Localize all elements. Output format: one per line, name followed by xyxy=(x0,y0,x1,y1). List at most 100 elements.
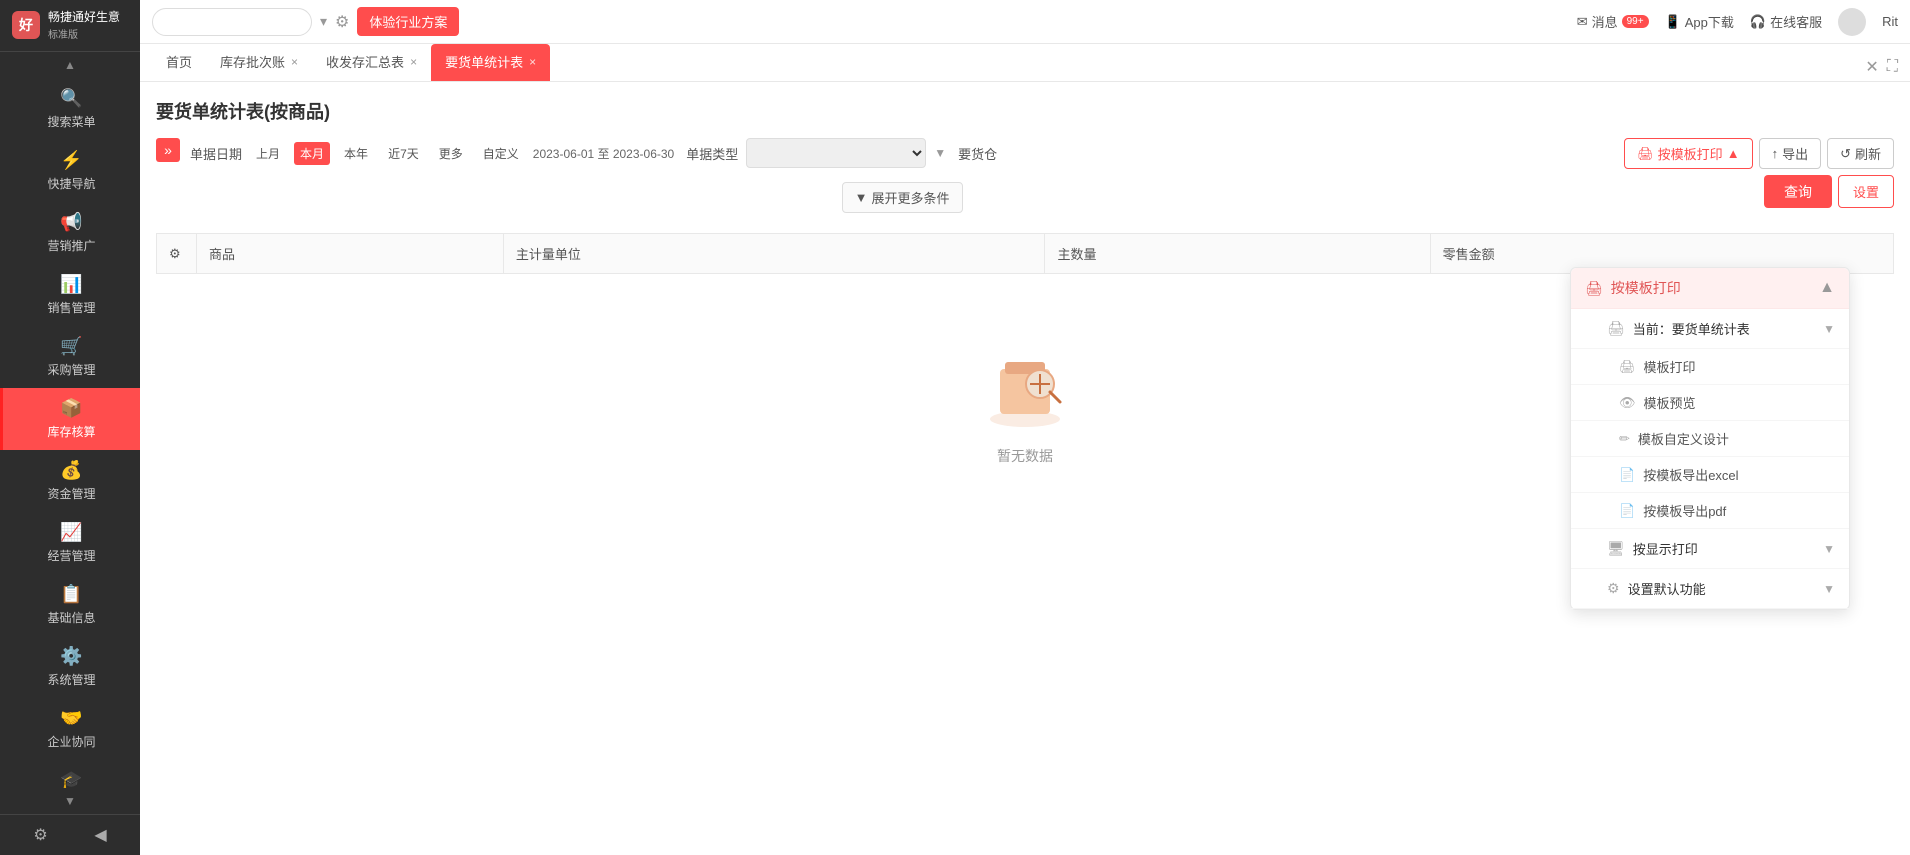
sidebar-scroll-up[interactable]: ▲ xyxy=(0,52,140,78)
maximize-icon[interactable]: ⛶ xyxy=(1887,58,1898,76)
date-btn-this-year[interactable]: 本年 xyxy=(338,142,374,165)
expand-filter-button[interactable]: » xyxy=(156,138,180,162)
dropdown-default-settings[interactable]: ⚙ 设置默认功能 ▼ xyxy=(1571,569,1849,609)
dropdown-title-area: 🖨 按模板打印 xyxy=(1585,278,1681,298)
sidebar-item-label: 库存核算 xyxy=(47,423,95,440)
online-service-item[interactable]: 🎧 在线客服 xyxy=(1750,12,1822,31)
settings-button[interactable]: 设置 xyxy=(1838,175,1894,208)
trial-button[interactable]: 体验行业方案 xyxy=(357,7,459,36)
sidebar-item-search[interactable]: 🔍 搜索菜单 xyxy=(0,78,140,140)
dropdown-export-pdf[interactable]: 📄 按模板导出pdf xyxy=(1571,493,1849,529)
messages-item[interactable]: ✉ 消息 99+ xyxy=(1577,12,1649,31)
refresh-label: 刷新 xyxy=(1855,144,1881,163)
th-goods: 商品 xyxy=(197,234,504,274)
tab-home[interactable]: 首页 xyxy=(152,44,206,81)
current-label-area: 🖨 当前：要货单统计表 xyxy=(1607,319,1750,338)
type-filter-select[interactable] xyxy=(746,138,926,168)
receipt-summary-tab-label: 收发存汇总表 xyxy=(326,52,404,71)
dropdown-template-design[interactable]: ✏ 模板自定义设计 xyxy=(1571,421,1849,457)
sidebar-item-collab[interactable]: 🤝 企业协同 xyxy=(0,698,140,760)
display-print-arrow: ▼ xyxy=(1823,542,1835,556)
date-btn-this-month[interactable]: 本月 xyxy=(294,142,330,165)
export-button[interactable]: ↑ 导出 xyxy=(1759,138,1822,169)
print-label: 按模板打印 xyxy=(1658,144,1723,163)
filter-row-1: 单据日期 上月 本月 本年 近7天 更多 自定义 2023-06-01 至 20… xyxy=(190,138,1614,168)
filter-area: » 单据日期 上月 本月 本年 近7天 更多 自定义 2023-06-01 至 … xyxy=(156,138,1894,225)
sidebar-item-guide[interactable]: 🎓 新手引导 xyxy=(0,760,140,788)
dropdown-display-print[interactable]: 🖥 按显示打印 ▼ xyxy=(1571,529,1849,569)
dropdown-template-preview[interactable]: 👁 模板预览 xyxy=(1571,385,1849,421)
display-print-area: 🖥 按显示打印 xyxy=(1607,539,1698,558)
gear-icon[interactable]: ⚙ xyxy=(169,246,181,261)
tab-close-order-stats[interactable]: × xyxy=(529,56,536,68)
sidebar-item-purchase[interactable]: 🛒 采购管理 xyxy=(0,326,140,388)
export-excel-label: 按模板导出excel xyxy=(1643,465,1738,484)
type-filter-chevron: ▼ xyxy=(934,146,946,160)
tab-close-inventory-batch[interactable]: × xyxy=(291,56,298,68)
template-design-icon: ✏ xyxy=(1619,431,1630,447)
default-settings-icon: ⚙ xyxy=(1607,580,1620,597)
expand-more-label: 展开更多条件 xyxy=(872,188,950,207)
expand-more-button[interactable]: ▼ 展开更多条件 xyxy=(842,182,963,213)
date-btn-7days[interactable]: 近7天 xyxy=(382,142,425,165)
dropdown-close-icon[interactable]: ▲ xyxy=(1819,279,1835,297)
sidebar-item-marketing[interactable]: 📢 营销推广 xyxy=(0,202,140,264)
query-button[interactable]: 查询 xyxy=(1764,175,1832,208)
default-settings-area: ⚙ 设置默认功能 xyxy=(1607,579,1706,598)
dropdown-title: 按模板打印 xyxy=(1611,278,1681,298)
dropdown-current-item[interactable]: 🖨 当前：要货单统计表 ▼ xyxy=(1571,309,1849,349)
sidebar-item-operation[interactable]: 📈 经营管理 xyxy=(0,512,140,574)
topbar-gear-icon[interactable]: ⚙ xyxy=(335,12,349,32)
empty-illustration xyxy=(975,334,1075,434)
print-button[interactable]: 🖨 按模板打印 ▲ xyxy=(1624,138,1752,169)
page-title: 要货单统计表(按商品) xyxy=(156,98,1894,124)
sidebar-scroll-down[interactable]: ▼ xyxy=(0,788,140,814)
home-tab-label: 首页 xyxy=(166,52,192,71)
avatar[interactable] xyxy=(1838,8,1866,36)
tab-order-stats[interactable]: 要货单统计表 × xyxy=(431,44,550,81)
messages-badge: 99+ xyxy=(1622,15,1649,28)
template-design-label: 模板自定义设计 xyxy=(1638,429,1729,448)
sidebar-item-finance[interactable]: 💰 资金管理 xyxy=(0,450,140,512)
tab-controls: ✕ ⛶ xyxy=(1865,57,1898,81)
app-download-label: App下载 xyxy=(1685,12,1734,31)
empty-text: 暂无数据 xyxy=(997,446,1053,466)
app-download-icon: 📱 xyxy=(1665,14,1681,30)
basic-icon: 📋 xyxy=(60,584,82,605)
inventory-batch-tab-label: 库存批次账 xyxy=(220,52,285,71)
date-btn-custom[interactable]: 自定义 xyxy=(477,142,525,165)
tab-inventory-batch[interactable]: 库存批次账 × xyxy=(206,44,312,81)
action-buttons: 🖨 按模板打印 ▲ ↑ 导出 ↺ 刷新 xyxy=(1624,138,1894,208)
topbar-chevron-icon[interactable]: ▾ xyxy=(320,13,327,30)
dropdown-template-print[interactable]: 🖨 模板打印 xyxy=(1571,349,1849,385)
sidebar-item-label: 资金管理 xyxy=(47,485,95,502)
warehouse-filter-group: 要货仓 xyxy=(958,144,997,163)
app-download-item[interactable]: 📱 App下载 xyxy=(1665,12,1734,31)
date-btn-last-month[interactable]: 上月 xyxy=(250,142,286,165)
tab-close-receipt-summary[interactable]: × xyxy=(410,56,417,68)
th-unit: 主计量单位 xyxy=(503,234,1045,274)
sidebar-logo: 好 畅捷通好生意 标准版 xyxy=(0,0,140,52)
template-preview-icon: 👁 xyxy=(1619,395,1636,411)
topbar: ▾ ⚙ 体验行业方案 ✉ 消息 99+ 📱 App下载 🎧 在线客服 Rit xyxy=(140,0,1910,44)
collab-icon: 🤝 xyxy=(60,708,82,729)
dropdown-export-excel[interactable]: 📄 按模板导出excel xyxy=(1571,457,1849,493)
sidebar-item-inventory[interactable]: 📦 库存核算 xyxy=(0,388,140,450)
settings-footer-icon[interactable]: ⚙ xyxy=(33,825,47,845)
sidebar-item-sales[interactable]: 📊 销售管理 xyxy=(0,264,140,326)
online-service-label: 在线客服 xyxy=(1770,12,1822,31)
sidebar-item-quick-nav[interactable]: ⚡ 快捷导航 xyxy=(0,140,140,202)
expand-more-area: ▼ 展开更多条件 xyxy=(190,178,1614,217)
display-print-icon: 🖥 xyxy=(1607,540,1625,557)
warehouse-filter-label: 要货仓 xyxy=(958,144,997,163)
sidebar-item-basic[interactable]: 📋 基础信息 xyxy=(0,574,140,636)
topbar-right: ✉ 消息 99+ 📱 App下载 🎧 在线客服 Rit xyxy=(1577,8,1898,36)
date-btn-more[interactable]: 更多 xyxy=(433,142,469,165)
tab-receipt-summary[interactable]: 收发存汇总表 × xyxy=(312,44,431,81)
refresh-button[interactable]: ↺ 刷新 xyxy=(1827,138,1894,169)
collapse-icon[interactable]: ◀ xyxy=(94,825,106,845)
sidebar-item-system[interactable]: ⚙️ 系统管理 xyxy=(0,636,140,698)
topbar-search-input[interactable] xyxy=(152,8,312,36)
close-window-icon[interactable]: ✕ xyxy=(1865,57,1878,77)
template-preview-label: 模板预览 xyxy=(1644,393,1696,412)
